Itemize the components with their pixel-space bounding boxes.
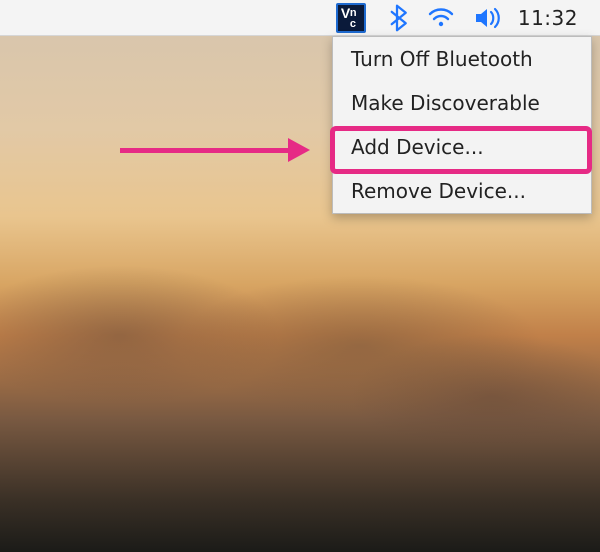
taskbar: V n c 11:32 — [0, 0, 600, 36]
clock[interactable]: 11:32 — [512, 0, 588, 36]
clock-text: 11:32 — [518, 6, 578, 30]
volume-tray-icon[interactable] — [464, 0, 512, 36]
wifi-tray-icon[interactable] — [418, 0, 464, 36]
wifi-icon — [428, 7, 454, 29]
menu-item-turn-off-bluetooth[interactable]: Turn Off Bluetooth — [333, 37, 591, 81]
vnc-tray-icon[interactable]: V n c — [326, 0, 376, 36]
bluetooth-icon — [386, 4, 408, 32]
bluetooth-dropdown-menu: Turn Off Bluetooth Make Discoverable Add… — [332, 36, 592, 214]
menu-item-remove-device[interactable]: Remove Device... — [333, 169, 591, 213]
menu-item-add-device[interactable]: Add Device... — [333, 125, 591, 169]
speaker-icon — [474, 7, 502, 29]
menu-item-label: Turn Off Bluetooth — [351, 47, 533, 71]
bluetooth-tray-icon[interactable] — [376, 0, 418, 36]
menu-item-make-discoverable[interactable]: Make Discoverable — [333, 81, 591, 125]
menu-item-label: Add Device... — [351, 135, 484, 159]
menu-item-label: Remove Device... — [351, 179, 526, 203]
menu-item-label: Make Discoverable — [351, 91, 540, 115]
vnc-icon: V n c — [336, 3, 366, 33]
